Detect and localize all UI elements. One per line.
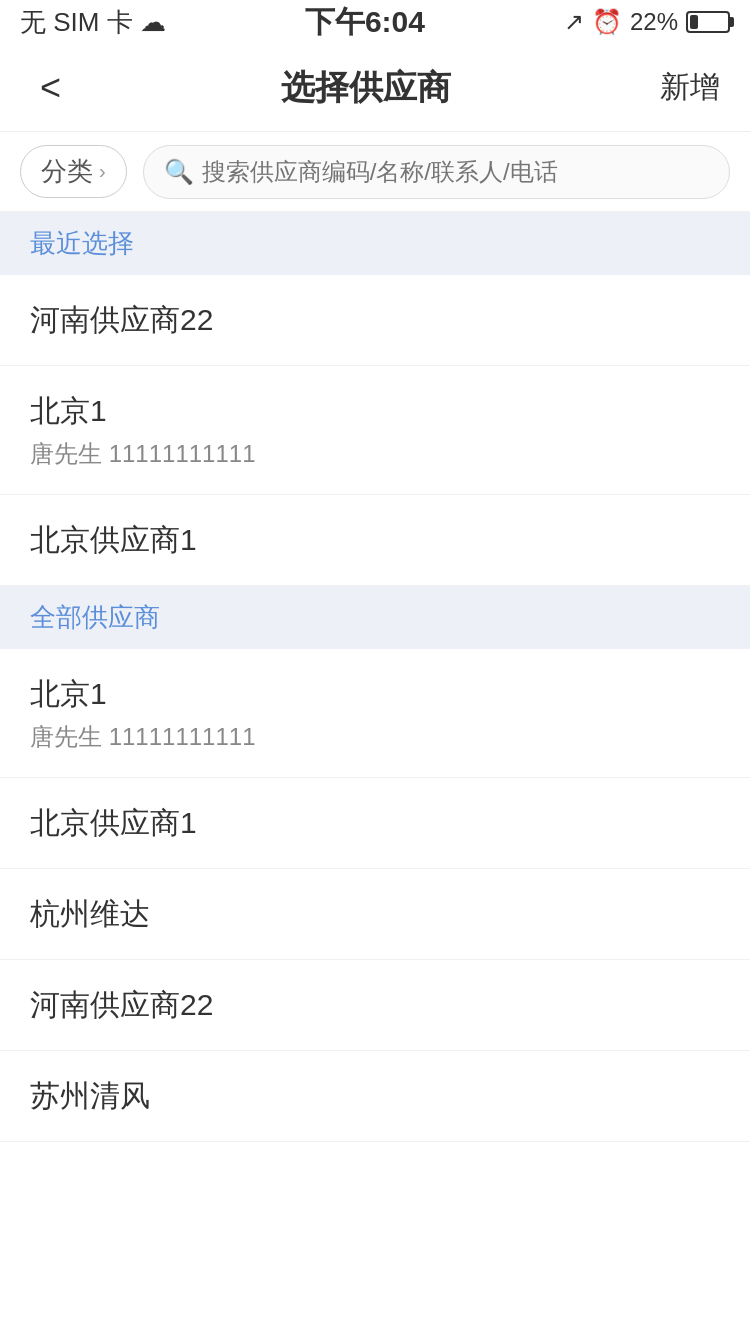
alarm-icon: ⏰ bbox=[592, 8, 622, 36]
item-name: 河南供应商22 bbox=[30, 984, 720, 1026]
filter-bar: 分类 › 🔍 bbox=[0, 132, 750, 212]
search-input[interactable] bbox=[202, 158, 709, 186]
status-time: 下午6:04 bbox=[305, 2, 425, 43]
recent-list: 河南供应商22 北京1 唐先生 11111111111 北京供应商1 bbox=[0, 275, 750, 586]
list-item[interactable]: 杭州维达 bbox=[0, 869, 750, 960]
item-name: 河南供应商22 bbox=[30, 299, 720, 341]
status-left: 无 SIM 卡 ☁ bbox=[20, 5, 166, 40]
add-button[interactable]: 新增 bbox=[660, 67, 720, 108]
battery-icon bbox=[686, 11, 730, 33]
list-item[interactable]: 北京供应商1 bbox=[0, 778, 750, 869]
search-box[interactable]: 🔍 bbox=[143, 145, 730, 199]
back-button[interactable]: < bbox=[30, 57, 71, 119]
list-item[interactable]: 北京供应商1 bbox=[0, 495, 750, 586]
location-icon: ↗ bbox=[564, 8, 584, 36]
item-sub: 唐先生 11111111111 bbox=[30, 438, 720, 470]
list-item[interactable]: 北京1 唐先生 11111111111 bbox=[0, 649, 750, 778]
recent-section-header: 最近选择 bbox=[0, 212, 750, 275]
all-section-header: 全部供应商 bbox=[0, 586, 750, 649]
list-item[interactable]: 河南供应商22 bbox=[0, 275, 750, 366]
item-name: 北京供应商1 bbox=[30, 519, 720, 561]
all-list: 北京1 唐先生 11111111111 北京供应商1 杭州维达 河南供应商22 … bbox=[0, 649, 750, 1142]
category-label: 分类 bbox=[41, 154, 93, 189]
list-item[interactable]: 苏州清风 bbox=[0, 1051, 750, 1142]
status-bar: 无 SIM 卡 ☁ 下午6:04 ↗ ⏰ 22% bbox=[0, 0, 750, 44]
category-button[interactable]: 分类 › bbox=[20, 145, 127, 198]
battery-percent: 22% bbox=[630, 8, 678, 36]
list-item[interactable]: 河南供应商22 bbox=[0, 960, 750, 1051]
item-name: 杭州维达 bbox=[30, 893, 720, 935]
item-name: 北京1 bbox=[30, 673, 720, 715]
item-sub: 唐先生 11111111111 bbox=[30, 721, 720, 753]
status-right: ↗ ⏰ 22% bbox=[564, 8, 730, 36]
page-title: 选择供应商 bbox=[281, 65, 451, 111]
nav-bar: < 选择供应商 新增 bbox=[0, 44, 750, 132]
chevron-right-icon: › bbox=[99, 160, 106, 183]
sim-label: 无 SIM 卡 ☁ bbox=[20, 5, 166, 40]
list-item[interactable]: 北京1 唐先生 11111111111 bbox=[0, 366, 750, 495]
search-icon: 🔍 bbox=[164, 158, 194, 186]
item-name: 北京供应商1 bbox=[30, 802, 720, 844]
item-name: 苏州清风 bbox=[30, 1075, 720, 1117]
item-name: 北京1 bbox=[30, 390, 720, 432]
